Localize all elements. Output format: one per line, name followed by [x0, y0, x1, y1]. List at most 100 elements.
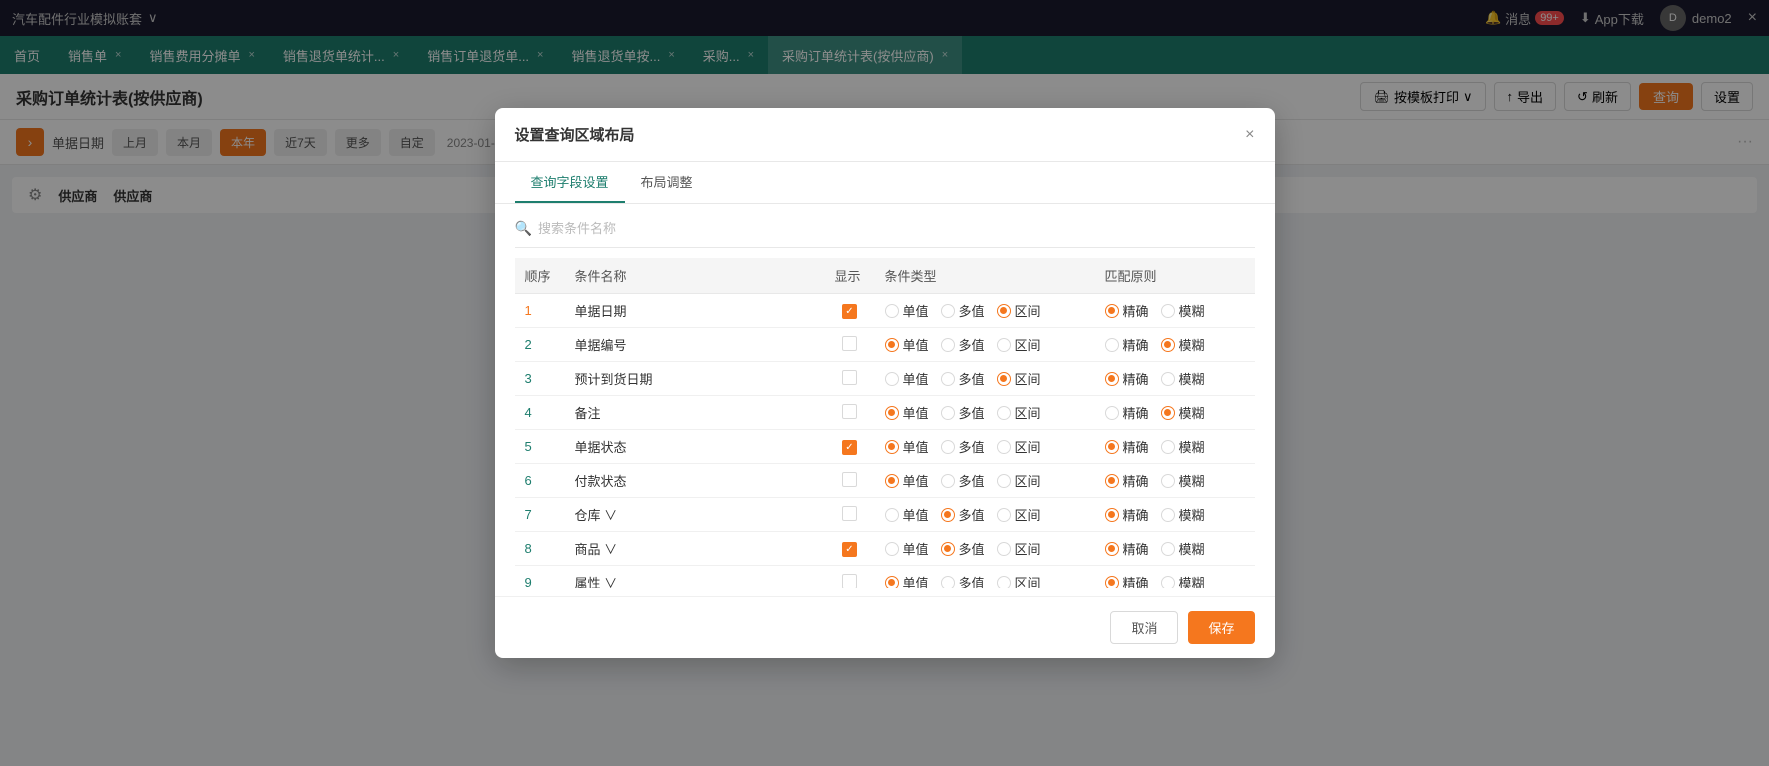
- match-radio-1[interactable]: 模糊: [1161, 505, 1205, 524]
- type-radio-0[interactable]: 单值: [885, 335, 929, 354]
- row-match-radios: 精确模糊: [1095, 464, 1255, 498]
- type-radio-1[interactable]: 多值: [941, 539, 985, 558]
- table-row: 1单据日期✓单值多值区间精确模糊: [515, 294, 1255, 328]
- dialog-close-btn[interactable]: ×: [1245, 126, 1254, 144]
- checkbox[interactable]: [842, 370, 857, 385]
- match-radio-0[interactable]: 精确: [1105, 301, 1149, 320]
- checkbox[interactable]: [842, 336, 857, 351]
- dialog-tab-layout[interactable]: 布局调整: [625, 162, 709, 203]
- checkbox[interactable]: [842, 574, 857, 589]
- type-radio-1[interactable]: 多值: [941, 301, 985, 320]
- match-radio-1[interactable]: 模糊: [1161, 573, 1205, 588]
- checkbox[interactable]: ✓: [842, 440, 857, 455]
- type-radio-0[interactable]: 单值: [885, 437, 929, 456]
- row-match-radios: 精确模糊: [1095, 362, 1255, 396]
- match-radio-1[interactable]: 模糊: [1161, 403, 1205, 422]
- match-radio-1[interactable]: 模糊: [1161, 437, 1205, 456]
- table-row: 4备注单值多值区间精确模糊: [515, 396, 1255, 430]
- row-display-checkbox[interactable]: [825, 464, 875, 498]
- row-match-radios: 精确模糊: [1095, 328, 1255, 362]
- type-radio-0[interactable]: 单值: [885, 403, 929, 422]
- match-radio-1[interactable]: 模糊: [1161, 369, 1205, 388]
- row-match-radios: 精确模糊: [1095, 430, 1255, 464]
- table-scroll-area[interactable]: 顺序 条件名称 显示 条件类型 匹配原则 1单据日期✓单值多值区间精确模糊2单据…: [515, 258, 1255, 588]
- type-radio-1[interactable]: 多值: [941, 369, 985, 388]
- row-match-radios: 精确模糊: [1095, 396, 1255, 430]
- row-name: 属性 ∨: [565, 566, 825, 589]
- match-radio-0[interactable]: 精确: [1105, 505, 1149, 524]
- checkbox[interactable]: [842, 404, 857, 419]
- row-name: 商品 ∨: [565, 532, 825, 566]
- row-display-checkbox[interactable]: ✓: [825, 294, 875, 328]
- type-radio-0[interactable]: 单值: [885, 471, 929, 490]
- type-radio-1[interactable]: 多值: [941, 505, 985, 524]
- save-btn[interactable]: 保存: [1188, 611, 1254, 644]
- col-order-header: 顺序: [515, 258, 565, 294]
- type-radio-1[interactable]: 多值: [941, 437, 985, 456]
- match-radio-0[interactable]: 精确: [1105, 335, 1149, 354]
- checkbox[interactable]: [842, 472, 857, 487]
- type-radio-2[interactable]: 区间: [997, 369, 1041, 388]
- match-radio-1[interactable]: 模糊: [1161, 301, 1205, 320]
- row-type-radios: 单值多值区间: [875, 464, 1095, 498]
- dialog-footer: 取消 保存: [495, 596, 1275, 658]
- type-radio-2[interactable]: 区间: [997, 539, 1041, 558]
- row-display-checkbox[interactable]: [825, 328, 875, 362]
- match-radio-0[interactable]: 精确: [1105, 437, 1149, 456]
- type-radio-1[interactable]: 多值: [941, 471, 985, 490]
- row-type-radios: 单值多值区间: [875, 294, 1095, 328]
- dialog-tab-bar: 查询字段设置 布局调整: [495, 162, 1275, 204]
- checkbox[interactable]: ✓: [842, 304, 857, 319]
- type-radio-1[interactable]: 多值: [941, 403, 985, 422]
- row-type-radios: 单值多值区间: [875, 362, 1095, 396]
- col-match-header: 匹配原则: [1095, 258, 1255, 294]
- row-display-checkbox[interactable]: [825, 362, 875, 396]
- type-radio-0[interactable]: 单值: [885, 369, 929, 388]
- type-radio-0[interactable]: 单值: [885, 573, 929, 588]
- type-radio-2[interactable]: 区间: [997, 301, 1041, 320]
- checkbox[interactable]: ✓: [842, 542, 857, 557]
- type-radio-2[interactable]: 区间: [997, 437, 1041, 456]
- type-radio-2[interactable]: 区间: [997, 471, 1041, 490]
- row-display-checkbox[interactable]: [825, 498, 875, 532]
- col-display-header: 显示: [825, 258, 875, 294]
- match-radio-1[interactable]: 模糊: [1161, 471, 1205, 490]
- row-display-checkbox[interactable]: ✓: [825, 532, 875, 566]
- search-box: 🔍: [515, 220, 1255, 248]
- match-radio-0[interactable]: 精确: [1105, 573, 1149, 588]
- type-radio-2[interactable]: 区间: [997, 505, 1041, 524]
- table-row: 7仓库 ∨单值多值区间精确模糊: [515, 498, 1255, 532]
- row-display-checkbox[interactable]: [825, 396, 875, 430]
- row-order: 2: [515, 328, 565, 362]
- type-radio-0[interactable]: 单值: [885, 301, 929, 320]
- row-match-radios: 精确模糊: [1095, 294, 1255, 328]
- match-radio-0[interactable]: 精确: [1105, 369, 1149, 388]
- type-radio-1[interactable]: 多值: [941, 573, 985, 588]
- type-radio-1[interactable]: 多值: [941, 335, 985, 354]
- dialog-tab-fields[interactable]: 查询字段设置: [515, 162, 625, 203]
- row-type-radios: 单值多值区间: [875, 498, 1095, 532]
- checkbox[interactable]: [842, 506, 857, 521]
- search-icon: 🔍: [515, 220, 532, 237]
- dialog-header: 设置查询区域布局 ×: [495, 108, 1275, 162]
- type-radio-2[interactable]: 区间: [997, 335, 1041, 354]
- row-name: 仓库 ∨: [565, 498, 825, 532]
- match-radio-0[interactable]: 精确: [1105, 403, 1149, 422]
- row-display-checkbox[interactable]: [825, 566, 875, 589]
- cancel-btn[interactable]: 取消: [1110, 611, 1178, 644]
- type-radio-0[interactable]: 单值: [885, 505, 929, 524]
- type-radio-0[interactable]: 单值: [885, 539, 929, 558]
- type-radio-2[interactable]: 区间: [997, 403, 1041, 422]
- row-order: 9: [515, 566, 565, 589]
- match-radio-1[interactable]: 模糊: [1161, 335, 1205, 354]
- match-radio-1[interactable]: 模糊: [1161, 539, 1205, 558]
- table-row: 5单据状态✓单值多值区间精确模糊: [515, 430, 1255, 464]
- row-order: 5: [515, 430, 565, 464]
- type-radio-2[interactable]: 区间: [997, 573, 1041, 588]
- row-name: 备注: [565, 396, 825, 430]
- row-name: 付款状态: [565, 464, 825, 498]
- search-input[interactable]: [538, 221, 718, 236]
- row-display-checkbox[interactable]: ✓: [825, 430, 875, 464]
- match-radio-0[interactable]: 精确: [1105, 471, 1149, 490]
- match-radio-0[interactable]: 精确: [1105, 539, 1149, 558]
